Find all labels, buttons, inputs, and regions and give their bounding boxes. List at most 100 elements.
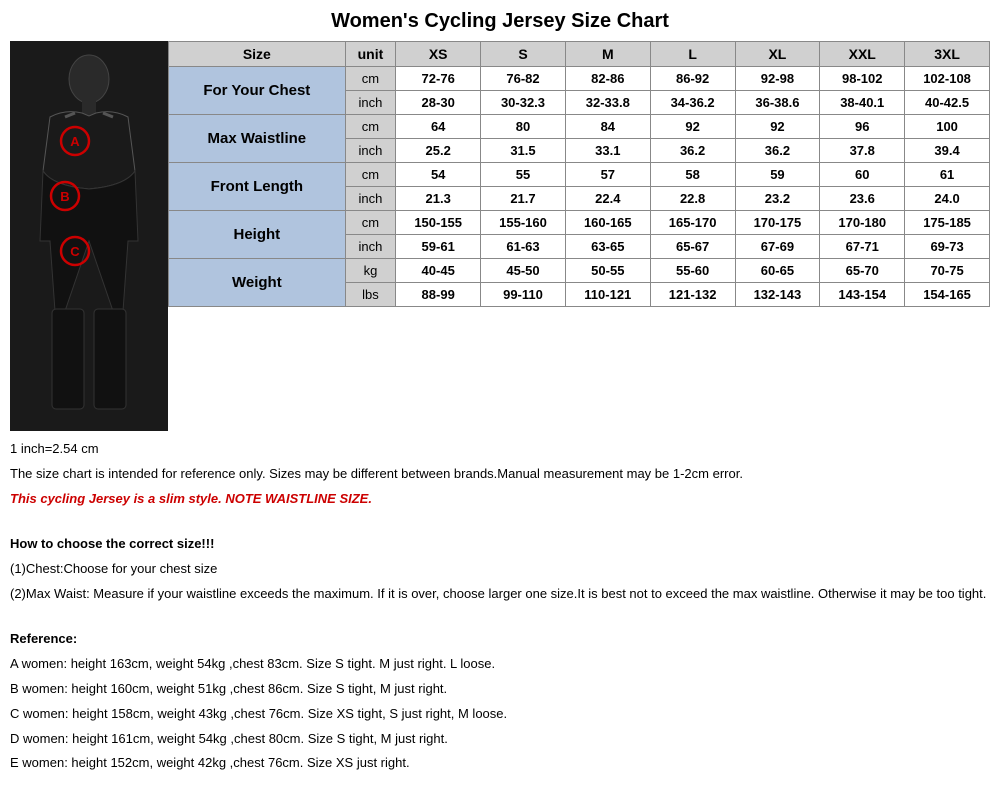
data-cell: 31.5 [481,139,566,163]
note-inch-cm: 1 inch=2.54 cm [10,439,990,460]
data-cell: 58 [650,163,735,187]
category-cell: Max Waistline [169,115,346,163]
data-cell: 55 [481,163,566,187]
svg-text:C: C [70,244,80,259]
category-cell: For Your Chest [169,67,346,115]
data-cell: 36.2 [735,139,820,163]
data-cell: 67-69 [735,235,820,259]
data-cell: 82-86 [565,67,650,91]
data-cell: 92 [650,115,735,139]
table-row: Heightcm150-155155-160160-165165-170170-… [169,211,990,235]
data-cell: 57 [565,163,650,187]
col-m: M [565,42,650,67]
data-cell: 39.4 [905,139,990,163]
data-cell: 80 [481,115,566,139]
col-s: S [481,42,566,67]
data-cell: 160-165 [565,211,650,235]
reference-item: B women: height 160cm, weight 51kg ,ches… [10,679,990,700]
data-cell: 36-38.6 [735,91,820,115]
data-cell: 165-170 [650,211,735,235]
data-cell: 55-60 [650,259,735,283]
image-column: A B C [10,41,168,431]
unit-cell: cm [345,163,396,187]
table-row: For Your Chestcm72-7676-8282-8686-9292-9… [169,67,990,91]
col-xs: XS [396,42,481,67]
data-cell: 175-185 [905,211,990,235]
col-unit: unit [345,42,396,67]
data-cell: 88-99 [396,283,481,307]
data-cell: 86-92 [650,67,735,91]
data-cell: 63-65 [565,235,650,259]
data-cell: 32-33.8 [565,91,650,115]
unit-cell: inch [345,187,396,211]
reference-item: E women: height 152cm, weight 42kg ,ches… [10,753,990,774]
page-title: Women's Cycling Jersey Size Chart [10,10,990,33]
reference-title: Reference: [10,629,990,650]
col-xl: XL [735,42,820,67]
data-cell: 60-65 [735,259,820,283]
data-cell: 22.8 [650,187,735,211]
data-cell: 65-70 [820,259,905,283]
unit-cell: cm [345,67,396,91]
table-header-row: Size unit XS S M L XL XXL 3XL [169,42,990,67]
data-cell: 150-155 [396,211,481,235]
data-cell: 36.2 [650,139,735,163]
data-cell: 70-75 [905,259,990,283]
data-cell: 121-132 [650,283,735,307]
col-xxl: XXL [820,42,905,67]
data-cell: 154-165 [905,283,990,307]
svg-text:A: A [70,134,80,149]
category-cell: Height [169,211,346,259]
data-cell: 54 [396,163,481,187]
reference-item: D women: height 161cm, weight 54kg ,ches… [10,729,990,750]
reference-item: C women: height 158cm, weight 43kg ,ches… [10,704,990,725]
data-cell: 33.1 [565,139,650,163]
data-cell: 170-175 [735,211,820,235]
data-cell: 155-160 [481,211,566,235]
data-cell: 59 [735,163,820,187]
references-container: A women: height 163cm, weight 54kg ,ches… [10,654,990,774]
table-row: Weightkg40-4545-5050-5555-6060-6565-7070… [169,259,990,283]
data-cell: 37.8 [820,139,905,163]
data-cell: 59-61 [396,235,481,259]
data-cell: 92-98 [735,67,820,91]
note-max-waist: (2)Max Waist: Measure if your waistline … [10,584,990,605]
data-cell: 67-71 [820,235,905,259]
note-chest: (1)Chest:Choose for your chest size [10,559,990,580]
data-cell: 132-143 [735,283,820,307]
data-cell: 92 [735,115,820,139]
unit-cell: kg [345,259,396,283]
data-cell: 60 [820,163,905,187]
data-cell: 21.3 [396,187,481,211]
unit-cell: cm [345,115,396,139]
data-cell: 98-102 [820,67,905,91]
unit-cell: inch [345,235,396,259]
data-cell: 99-110 [481,283,566,307]
content-area: A B C Size unit XS S [10,41,990,431]
table-row: Front Lengthcm54555758596061 [169,163,990,187]
data-cell: 61 [905,163,990,187]
data-cell: 76-82 [481,67,566,91]
data-cell: 69-73 [905,235,990,259]
data-cell: 61-63 [481,235,566,259]
data-cell: 110-121 [565,283,650,307]
data-cell: 45-50 [481,259,566,283]
note-reference-only: The size chart is intended for reference… [10,464,990,485]
table-column: Size unit XS S M L XL XXL 3XL For Your C… [168,41,990,431]
category-cell: Weight [169,259,346,307]
data-cell: 84 [565,115,650,139]
data-cell: 100 [905,115,990,139]
data-cell: 21.7 [481,187,566,211]
col-3xl: 3XL [905,42,990,67]
col-l: L [650,42,735,67]
data-cell: 38-40.1 [820,91,905,115]
data-cell: 65-67 [650,235,735,259]
data-cell: 40-45 [396,259,481,283]
unit-cell: cm [345,211,396,235]
data-cell: 72-76 [396,67,481,91]
unit-cell: inch [345,139,396,163]
data-cell: 40-42.5 [905,91,990,115]
data-cell: 96 [820,115,905,139]
data-cell: 102-108 [905,67,990,91]
data-cell: 34-36.2 [650,91,735,115]
